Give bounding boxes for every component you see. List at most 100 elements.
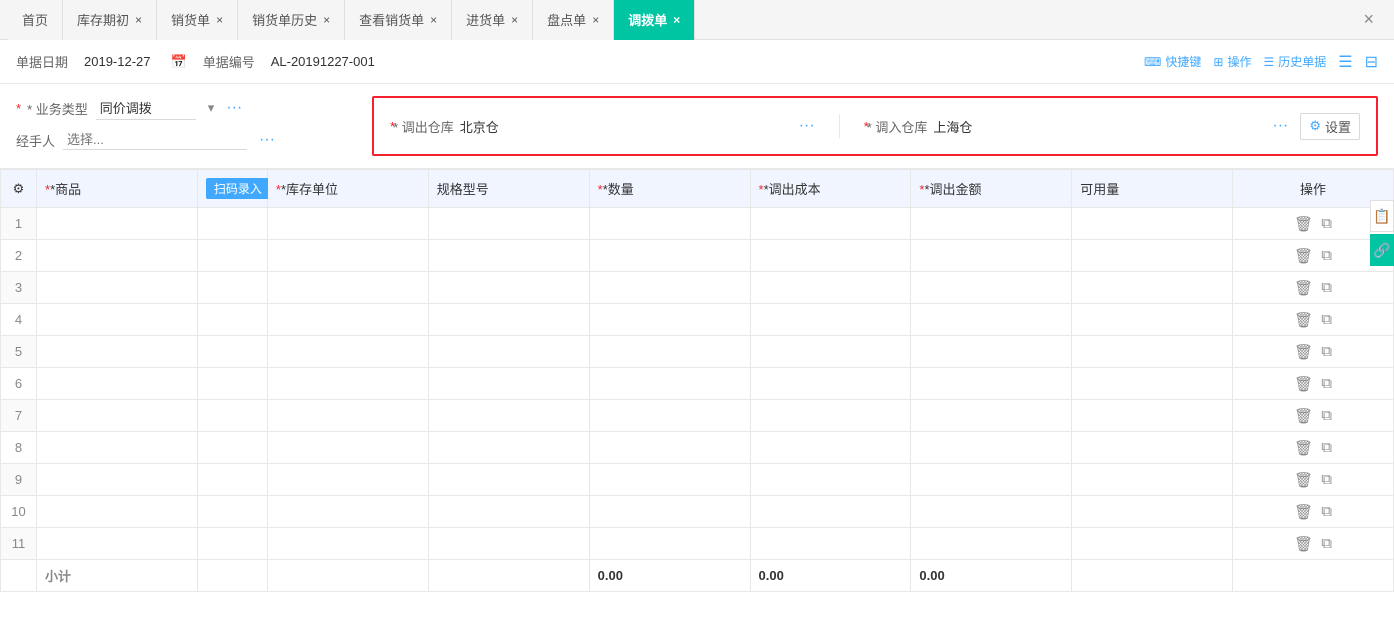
copy-icon-5[interactable]: ⧉ — [1321, 343, 1332, 360]
tab-transfer-order[interactable]: 调拨单 × — [614, 0, 695, 40]
form-left: * * 业务类型 同价调拨 ▾ ··· 经手人 ··· — [16, 96, 356, 150]
transfer-in-more[interactable]: ··· — [1272, 117, 1288, 135]
product-cell-7[interactable] — [37, 400, 198, 432]
spec-cell-3 — [428, 272, 589, 304]
shortcuts-action[interactable]: ⌨ 快捷键 — [1144, 53, 1201, 70]
cost-cell-3 — [750, 272, 911, 304]
delete-icon-2[interactable]: 🗑 — [1294, 247, 1313, 265]
tab-purchase-order-label: 进货单 — [466, 10, 505, 29]
tab-home[interactable]: 首页 — [8, 0, 63, 40]
close-inventory-init[interactable]: × — [135, 13, 142, 27]
transfer-in-value[interactable]: 上海仓 — [933, 117, 972, 136]
copy-icon-11[interactable]: ⧉ — [1321, 535, 1332, 552]
business-type-more[interactable]: ··· — [226, 99, 242, 117]
delete-icon-6[interactable]: 🗑 — [1294, 375, 1313, 393]
panel-doc-icon[interactable]: 📋 — [1370, 200, 1394, 232]
product-cell-3[interactable] — [37, 272, 198, 304]
amount-cell-2 — [911, 240, 1072, 272]
delete-icon-4[interactable]: 🗑 — [1294, 311, 1313, 329]
product-cell-5[interactable] — [37, 336, 198, 368]
tab-sales-order[interactable]: 销货单 × — [157, 0, 238, 40]
delete-icon-5[interactable]: 🗑 — [1294, 343, 1313, 361]
copy-icon-8[interactable]: ⧉ — [1321, 439, 1332, 456]
product-cell-1[interactable] — [37, 208, 198, 240]
scan-cell-6 — [197, 368, 267, 400]
tabs-bar: 首页 库存期初 × 销货单 × 销货单历史 × 查看销货单 × 进货单 × 盘点… — [0, 0, 1394, 40]
product-cell-4[interactable] — [37, 304, 198, 336]
delete-icon-10[interactable]: 🗑 — [1294, 503, 1313, 521]
delete-icon-3[interactable]: 🗑 — [1294, 279, 1313, 297]
operations-action[interactable]: ⊞ 操作 — [1213, 53, 1251, 70]
transfer-out-value[interactable]: 北京仓 — [460, 117, 499, 136]
close-view-sales[interactable]: × — [430, 13, 437, 27]
unit-cell-11 — [267, 528, 428, 560]
window-close-button[interactable]: × — [1351, 9, 1386, 30]
business-type-value[interactable]: 同价调拨 — [96, 96, 196, 120]
row-num-11: 11 — [1, 528, 37, 560]
calendar-icon[interactable]: 📅 — [171, 54, 187, 70]
copy-icon-1[interactable]: ⧉ — [1321, 215, 1332, 232]
product-cell-6[interactable] — [37, 368, 198, 400]
doc-no-label: 单据编号 — [203, 52, 255, 71]
product-cell-8[interactable] — [37, 432, 198, 464]
available-cell-1 — [1072, 208, 1233, 240]
qty-cell-6 — [589, 368, 750, 400]
close-purchase-order[interactable]: × — [511, 13, 518, 27]
close-transfer-order[interactable]: × — [673, 13, 680, 27]
copy-icon-10[interactable]: ⧉ — [1321, 503, 1332, 520]
business-type-dropdown[interactable]: ▾ — [208, 100, 215, 116]
panel-link-icon[interactable]: 🔗 — [1370, 234, 1394, 266]
copy-icon-9[interactable]: ⧉ — [1321, 471, 1332, 488]
handler-more[interactable]: ··· — [259, 131, 275, 149]
col-header-scan: 扫码录入 — [197, 170, 267, 208]
subtotal-ops — [1233, 560, 1394, 592]
product-cell-9[interactable] — [37, 464, 198, 496]
copy-icon-4[interactable]: ⧉ — [1321, 311, 1332, 328]
scan-button[interactable]: 扫码录入 — [206, 178, 270, 199]
ops-cell-5: 🗑 ⧉ — [1233, 336, 1394, 368]
ops-cell-11: 🗑 ⧉ — [1233, 528, 1394, 560]
product-cell-11[interactable] — [37, 528, 198, 560]
copy-icon-3[interactable]: ⧉ — [1321, 279, 1332, 296]
date-value: 2019-12-27 — [84, 54, 151, 69]
close-sales-history[interactable]: × — [323, 13, 330, 27]
transfer-out-more[interactable]: ··· — [799, 117, 815, 135]
history-action[interactable]: ☰ 历史单据 — [1263, 53, 1326, 70]
delete-icon-8[interactable]: 🗑 — [1294, 439, 1313, 457]
grid-icon: ⊞ — [1213, 55, 1223, 69]
tab-inventory-check[interactable]: 盘点单 × — [533, 0, 614, 40]
copy-icon-7[interactable]: ⧉ — [1321, 407, 1332, 424]
close-sales-order[interactable]: × — [216, 13, 223, 27]
spec-cell-8 — [428, 432, 589, 464]
settings-button[interactable]: ⚙ 设置 — [1300, 113, 1360, 140]
tab-sales-history[interactable]: 销货单历史 × — [238, 0, 345, 40]
delete-icon-11[interactable]: 🗑 — [1294, 535, 1313, 553]
shortcuts-label: 快捷键 — [1165, 53, 1201, 70]
tab-inventory-init[interactable]: 库存期初 × — [63, 0, 157, 40]
close-inventory-check[interactable]: × — [592, 13, 599, 27]
doc-no-value: AL-20191227-001 — [271, 54, 375, 69]
amount-cell-1 — [911, 208, 1072, 240]
subtotal-empty-2 — [197, 560, 267, 592]
subtotal-empty-3 — [267, 560, 428, 592]
unit-cell-10 — [267, 496, 428, 528]
col-header-gear[interactable]: ⚙ — [1, 170, 37, 208]
copy-icon-6[interactable]: ⧉ — [1321, 375, 1332, 392]
copy-icon-2[interactable]: ⧉ — [1321, 247, 1332, 264]
product-cell-2[interactable] — [37, 240, 198, 272]
spec-cell-4 — [428, 304, 589, 336]
handler-input[interactable] — [63, 130, 247, 150]
available-cell-4 — [1072, 304, 1233, 336]
product-cell-10[interactable] — [37, 496, 198, 528]
delete-icon-1[interactable]: 🗑 — [1294, 215, 1313, 233]
toolbar-right: ⌨ 快捷键 ⊞ 操作 ☰ 历史单据 ☰ ⊟ — [1144, 52, 1378, 72]
cost-cell-4 — [750, 304, 911, 336]
row-num-9: 9 — [1, 464, 37, 496]
tab-view-sales[interactable]: 查看销货单 × — [345, 0, 452, 40]
delete-icon-7[interactable]: 🗑 — [1294, 407, 1313, 425]
delete-icon-9[interactable]: 🗑 — [1294, 471, 1313, 489]
layout-icon-2[interactable]: ⊟ — [1365, 52, 1378, 72]
layout-icon-1[interactable]: ☰ — [1338, 52, 1352, 72]
tab-sales-history-label: 销货单历史 — [252, 10, 317, 29]
tab-purchase-order[interactable]: 进货单 × — [452, 0, 533, 40]
